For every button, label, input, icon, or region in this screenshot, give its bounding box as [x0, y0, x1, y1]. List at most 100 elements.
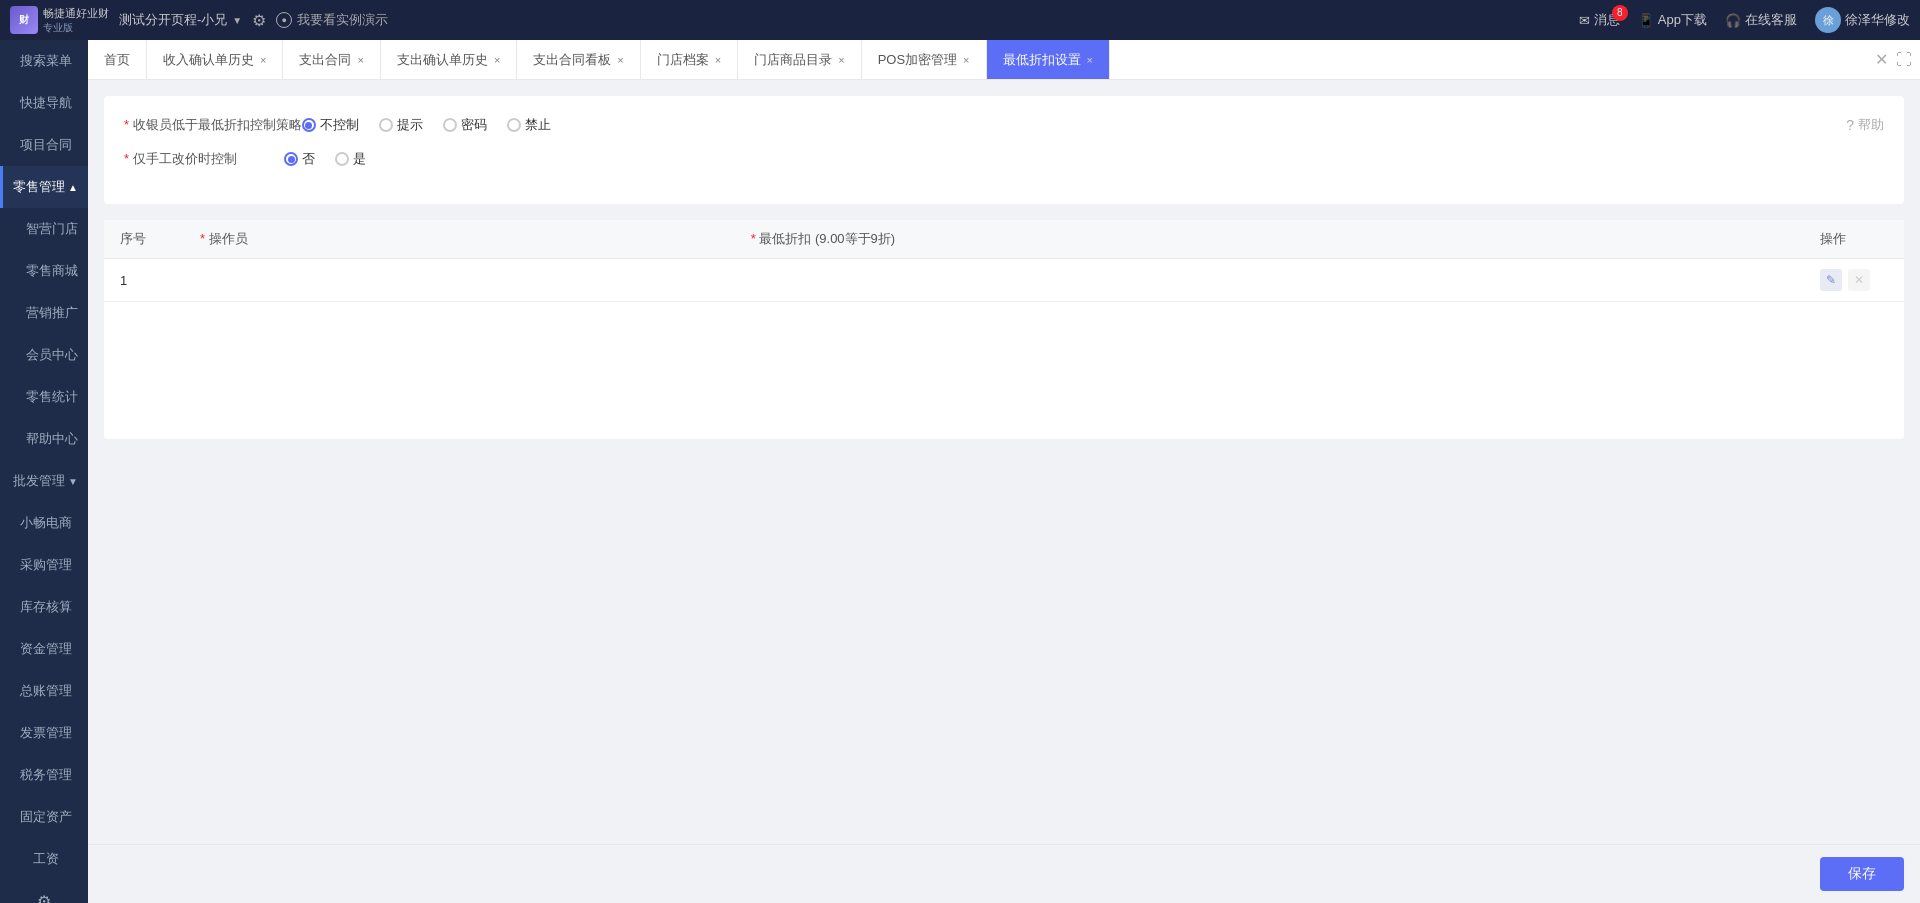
tab-home[interactable]: 首页: [88, 40, 147, 80]
radio-forbid[interactable]: 禁止: [507, 116, 551, 134]
cell-actions-1: ✎ ✕: [1804, 259, 1904, 301]
sidebar: 搜索菜单 快捷导航 项目合同 零售管理 ▲ 智营门店 零售商城 营销推广 会员中…: [0, 40, 88, 903]
col-required-star-discount: *: [751, 231, 756, 246]
logo-text: 畅捷通好业财 专业版: [43, 6, 109, 33]
sidebar-item-stock-calc[interactable]: 库存核算: [0, 586, 88, 628]
user-menu[interactable]: 徐 徐泽华修改: [1815, 7, 1910, 33]
col-header-actions: 操作: [1804, 220, 1904, 258]
tab-close-store-archive[interactable]: ×: [715, 54, 721, 66]
cell-seq-1: 1: [104, 263, 184, 298]
message-icon: ✉: [1579, 13, 1590, 28]
sidebar-item-payroll[interactable]: 工资: [0, 838, 88, 880]
sidebar-item-retail-mgmt[interactable]: 零售管理 ▲: [0, 166, 88, 208]
sidebar-item-purchase-mgmt[interactable]: 采购管理: [0, 544, 88, 586]
demo-circle-icon: ●: [276, 12, 292, 28]
online-service-button[interactable]: 🎧 在线客服: [1725, 11, 1797, 29]
discount-control-label: * 收银员低于最低折扣控制策略: [124, 116, 302, 134]
radio-no[interactable]: 否: [284, 150, 315, 168]
discount-control-row: * 收银员低于最低折扣控制策略 不控制 提示: [124, 116, 1884, 134]
sidebar-item-project-contract[interactable]: 项目合同: [0, 124, 88, 166]
tab-expense-confirm-history[interactable]: 支出确认单历史 ×: [381, 40, 517, 80]
edit-row-button[interactable]: ✎: [1820, 269, 1842, 291]
tab-close-expense-contract[interactable]: ×: [357, 54, 363, 66]
cell-discount-1: [735, 270, 1804, 290]
tab-min-discount-settings[interactable]: 最低折扣设置 ×: [987, 40, 1110, 80]
content-area: 首页 收入确认单历史 × 支出合同 × 支出确认单历史 × 支出合同看板 × 门…: [88, 40, 1920, 903]
tab-close-expense-confirm-history[interactable]: ×: [494, 54, 500, 66]
required-star: *: [124, 117, 129, 132]
help-link[interactable]: ? 帮助: [1846, 116, 1884, 134]
tab-expense-contract-board[interactable]: 支出合同看板 ×: [517, 40, 640, 80]
radio-password-circle: [443, 118, 457, 132]
gear-icon: ⚙: [37, 893, 51, 903]
required-star-2: *: [124, 151, 129, 166]
project-selector[interactable]: 测试分开页程-小兄 ▼: [119, 11, 242, 29]
tab-close-store-product-catalog[interactable]: ×: [838, 54, 844, 66]
sidebar-item-invoice-mgmt[interactable]: 发票管理: [0, 712, 88, 754]
message-button[interactable]: ✉ 消息 8: [1579, 11, 1620, 29]
col-required-star-operator: *: [200, 231, 205, 246]
chevron-down-icon-wholesale: ▼: [68, 476, 78, 487]
question-mark-icon: ?: [1846, 117, 1854, 133]
radio-yes-circle: [335, 152, 349, 166]
tab-close-expense-contract-board[interactable]: ×: [617, 54, 623, 66]
delete-row-button[interactable]: ✕: [1848, 269, 1870, 291]
sidebar-item-marketing[interactable]: 营销推广: [0, 292, 88, 334]
bottom-bar: 保存: [88, 844, 1920, 903]
sidebar-item-fixed-assets[interactable]: 固定资产: [0, 796, 88, 838]
logo-icon: 财: [10, 6, 38, 34]
sidebar-item-search-menu[interactable]: 搜索菜单: [0, 40, 88, 82]
chevron-down-icon: ▼: [232, 15, 242, 26]
sidebar-item-quick-nav[interactable]: 快捷导航: [0, 82, 88, 124]
chevron-up-icon: ▲: [68, 182, 78, 193]
sidebar-item-smart-store[interactable]: 智营门店: [0, 208, 88, 250]
col-header-operator: * 操作员: [184, 220, 735, 258]
col-header-discount: * 最低折扣 (9.00等于9折): [735, 220, 1804, 258]
tab-pos-encryption[interactable]: POS加密管理 ×: [862, 40, 987, 80]
main-layout: 搜索菜单 快捷导航 项目合同 零售管理 ▲ 智营门店 零售商城 营销推广 会员中…: [0, 40, 1920, 903]
table-header: 序号 * 操作员 * 最低折扣 (9.00等于9折) 操作: [104, 220, 1904, 259]
sidebar-item-member-center[interactable]: 会员中心: [0, 334, 88, 376]
form-card: * 收银员低于最低折扣控制策略 不控制 提示: [104, 96, 1904, 204]
tabs-bar-actions: ✕ ⛶: [1867, 50, 1920, 69]
avatar: 徐: [1815, 7, 1841, 33]
tab-close-income-history[interactable]: ×: [260, 54, 266, 66]
sidebar-item-fund-mgmt[interactable]: 资金管理: [0, 628, 88, 670]
tab-close-pos-encryption[interactable]: ×: [963, 54, 969, 66]
settings-icon[interactable]: ⚙: [252, 11, 266, 30]
table-body: 1 ✎ ✕: [104, 259, 1904, 439]
sidebar-item-tax-mgmt[interactable]: 税务管理: [0, 754, 88, 796]
maximize-tab-button[interactable]: ⛶: [1896, 51, 1912, 69]
save-button[interactable]: 保存: [1820, 857, 1904, 891]
tab-store-product-catalog[interactable]: 门店商品目录 ×: [738, 40, 861, 80]
tab-income-history[interactable]: 收入确认单历史 ×: [147, 40, 283, 80]
cell-operator-1: [184, 270, 735, 290]
sidebar-item-retail-stats[interactable]: 零售统计: [0, 376, 88, 418]
demo-link[interactable]: ● 我要看实例演示: [276, 11, 388, 29]
radio-hint-circle: [379, 118, 393, 132]
manual-price-label: * 仅手工改价时控制: [124, 150, 284, 168]
manual-price-radio-group: 否 是: [284, 150, 366, 168]
table-row: 1 ✎ ✕: [104, 259, 1904, 302]
radio-password[interactable]: 密码: [443, 116, 487, 134]
app-logo: 财 畅捷通好业财 专业版: [10, 6, 109, 34]
discount-table: 序号 * 操作员 * 最低折扣 (9.00等于9折) 操作: [104, 220, 1904, 439]
sidebar-item-retail-mall[interactable]: 零售商城: [0, 250, 88, 292]
col-header-seq: 序号: [104, 220, 184, 258]
radio-no-control-circle: [302, 118, 316, 132]
manual-price-row: * 仅手工改价时控制 否 是: [124, 150, 1884, 168]
sidebar-item-wholesale-mgmt[interactable]: 批发管理 ▼: [0, 460, 88, 502]
radio-hint[interactable]: 提示: [379, 116, 423, 134]
tab-expense-contract[interactable]: 支出合同 ×: [283, 40, 380, 80]
tab-store-archive[interactable]: 门店档案 ×: [641, 40, 738, 80]
app-download-button[interactable]: 📱 App下载: [1638, 11, 1707, 29]
sidebar-item-help-center[interactable]: 帮助中心: [0, 418, 88, 460]
top-bar-right: ✉ 消息 8 📱 App下载 🎧 在线客服 徐 徐泽华修改: [1579, 7, 1910, 33]
radio-yes[interactable]: 是: [335, 150, 366, 168]
sidebar-item-accounting[interactable]: 总账管理: [0, 670, 88, 712]
sidebar-item-ecommerce[interactable]: 小畅电商: [0, 502, 88, 544]
radio-no-control[interactable]: 不控制: [302, 116, 359, 134]
tab-close-min-discount-settings[interactable]: ×: [1087, 54, 1093, 66]
sidebar-settings-icon[interactable]: ⚙: [0, 880, 88, 903]
close-tab-button[interactable]: ✕: [1875, 50, 1888, 69]
